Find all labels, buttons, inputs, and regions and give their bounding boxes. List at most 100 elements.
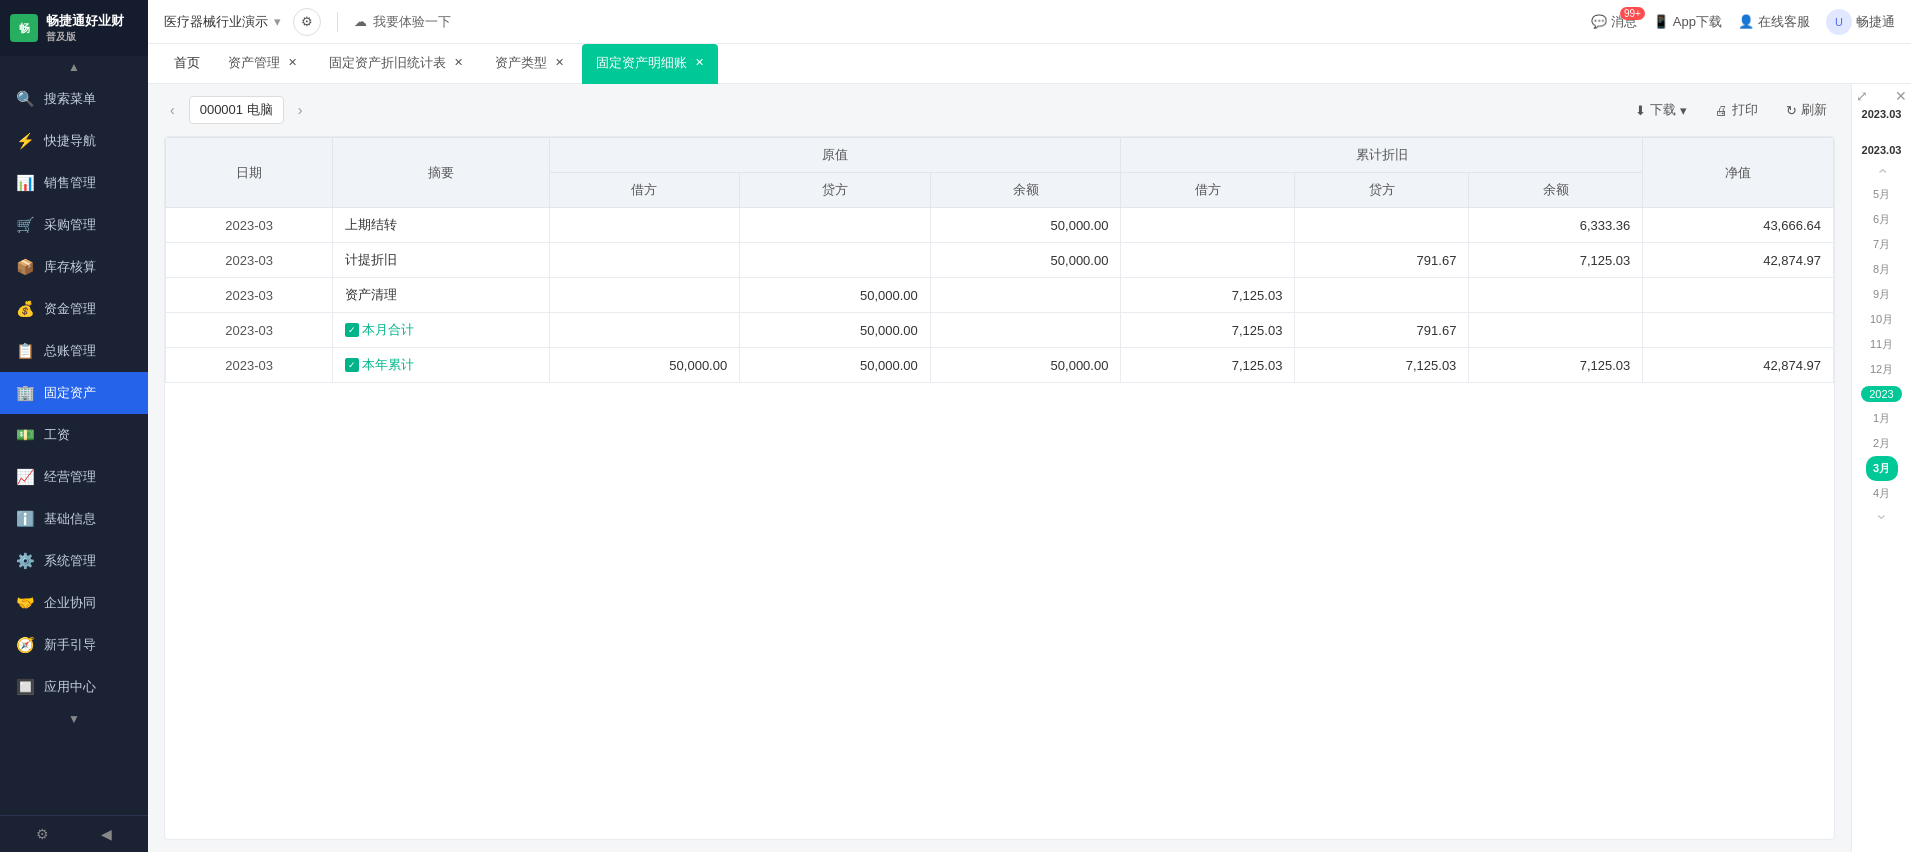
table-row: 2023-03 ✓本年累计 50,000.00 50,000.00 50,000… xyxy=(166,348,1834,383)
refresh-button[interactable]: ↻ 刷新 xyxy=(1778,97,1835,123)
topbar-divider xyxy=(337,12,338,32)
refresh-label: 刷新 xyxy=(1801,101,1827,119)
logo-icon: 畅 xyxy=(10,14,38,42)
experience-label: 我要体验一下 xyxy=(373,13,451,31)
cell-net-value: 42,874.97 xyxy=(1643,348,1834,383)
timeline-month-11[interactable]: 11月 xyxy=(1852,332,1911,357)
timeline-month-7[interactable]: 7月 xyxy=(1852,232,1911,257)
company-selector[interactable]: 医疗器械行业演示 ▾ xyxy=(164,13,281,31)
col-accumulated-dep: 累计折旧 xyxy=(1121,138,1643,173)
timeline-month-12[interactable]: 12月 xyxy=(1852,357,1911,382)
sidebar-scroll-up[interactable]: ▲ xyxy=(0,56,148,78)
cell-dep-debit xyxy=(1121,208,1295,243)
cell-summary: 上期结转 xyxy=(333,208,549,243)
cell-net-value: 42,874.97 xyxy=(1643,243,1834,278)
cell-dep-debit xyxy=(1121,243,1295,278)
logo-name: 畅捷通好业财 xyxy=(46,12,124,30)
timeline-month-1[interactable]: 1月 xyxy=(1852,406,1911,431)
print-button[interactable]: 🖨 打印 xyxy=(1707,97,1766,123)
search-icon: 🔍 xyxy=(16,90,34,108)
sidebar-item-system[interactable]: ⚙️ 系统管理 xyxy=(0,540,148,582)
sidebar-item-ledger[interactable]: 📋 总账管理 xyxy=(0,330,148,372)
timeline-month-8[interactable]: 8月 xyxy=(1852,257,1911,282)
sidebar-item-basic-info[interactable]: ℹ️ 基础信息 xyxy=(0,498,148,540)
message-badge: 99+ xyxy=(1620,7,1645,20)
settings-bottom-button[interactable]: ⚙ xyxy=(36,826,49,842)
tab-asset-mgmt[interactable]: 资产管理 ✕ xyxy=(214,44,311,84)
timeline-month-10[interactable]: 10月 xyxy=(1852,307,1911,332)
customer-service-button[interactable]: 👤 在线客服 xyxy=(1738,13,1810,31)
timeline-month-5[interactable]: 5月 xyxy=(1852,182,1911,207)
sidebar-item-app-center[interactable]: 🔲 应用中心 xyxy=(0,666,148,708)
asset-prev-button[interactable]: ‹ xyxy=(164,100,181,120)
sales-icon: 📊 xyxy=(16,174,34,192)
sidebar-item-search[interactable]: 🔍 搜索菜单 xyxy=(0,78,148,120)
tab-asset-detail[interactable]: 固定资产明细账 ✕ xyxy=(582,44,718,84)
tab-asset-mgmt-label: 资产管理 xyxy=(228,54,280,72)
sidebar-item-guide[interactable]: 🧭 新手引导 xyxy=(0,624,148,666)
sidebar-item-label: 新手引导 xyxy=(44,636,96,654)
sidebar-logo: 畅 畅捷通好业财 普及版 xyxy=(0,0,148,56)
cell-summary: 计提折旧 xyxy=(333,243,549,278)
cell-orig-credit xyxy=(740,243,931,278)
tab-asset-type[interactable]: 资产类型 ✕ xyxy=(481,44,578,84)
collapse-sidebar-button[interactable]: ◀ xyxy=(101,826,112,842)
timeline-close-button[interactable]: ✕ xyxy=(1895,88,1907,104)
sidebar-item-capital[interactable]: 💰 资金管理 xyxy=(0,288,148,330)
sidebar-item-inventory[interactable]: 📦 库存核算 xyxy=(0,246,148,288)
sidebar-item-wages[interactable]: 💵 工资 xyxy=(0,414,148,456)
tab-home[interactable]: 首页 xyxy=(164,44,210,84)
table-row: 2023-03 上期结转 50,000.00 6,333.36 43,666.6… xyxy=(166,208,1834,243)
col-dep-balance: 余额 xyxy=(1469,173,1643,208)
user-menu-button[interactable]: U 畅捷通 xyxy=(1826,9,1895,35)
asset-next-button[interactable]: › xyxy=(292,100,309,120)
purchase-icon: 🛒 xyxy=(16,216,34,234)
tab-depreciation-stats[interactable]: 固定资产折旧统计表 ✕ xyxy=(315,44,477,84)
timeline-month-6[interactable]: 6月 xyxy=(1852,207,1911,232)
topbar-settings-button[interactable]: ⚙ xyxy=(293,8,321,36)
sidebar-item-operations[interactable]: 📈 经营管理 xyxy=(0,456,148,498)
sidebar-item-purchase[interactable]: 🛒 采购管理 xyxy=(0,204,148,246)
timeline-month-4[interactable]: 4月 xyxy=(1852,481,1911,506)
quick-nav-icon: ⚡ xyxy=(16,132,34,150)
sidebar-item-sales[interactable]: 📊 销售管理 xyxy=(0,162,148,204)
cell-orig-credit: 50,000.00 xyxy=(740,278,931,313)
cell-orig-balance: 50,000.00 xyxy=(930,348,1121,383)
app-download-button[interactable]: 📱 App下载 xyxy=(1653,13,1722,31)
sidebar-item-label: 企业协同 xyxy=(44,594,96,612)
tab-asset-type-close[interactable]: ✕ xyxy=(555,56,564,69)
col-original-value: 原值 xyxy=(549,138,1121,173)
cell-orig-debit xyxy=(549,278,740,313)
topbar-right: 💬 消息 99+ 📱 App下载 👤 在线客服 U 畅捷通 xyxy=(1591,9,1895,35)
sidebar-item-enterprise[interactable]: 🤝 企业协同 xyxy=(0,582,148,624)
timeline-month-2[interactable]: 2月 xyxy=(1852,431,1911,456)
timeline-down-chevron[interactable]: › xyxy=(1870,514,1892,519)
tab-asset-detail-close[interactable]: ✕ xyxy=(695,56,704,69)
timeline-up-chevron[interactable]: › xyxy=(1870,168,1892,173)
tab-asset-mgmt-close[interactable]: ✕ xyxy=(288,56,297,69)
tab-depreciation-stats-close[interactable]: ✕ xyxy=(454,56,463,69)
cell-orig-credit xyxy=(740,208,931,243)
sidebar-item-fixed-assets[interactable]: 🏢 固定资产 xyxy=(0,372,148,414)
guide-icon: 🧭 xyxy=(16,636,34,654)
cell-date: 2023-03 xyxy=(166,278,333,313)
sidebar: 畅 畅捷通好业财 普及版 ▲ 🔍 搜索菜单 ⚡ 快捷导航 📊 销售管理 🛒 采购… xyxy=(0,0,148,852)
timeline-month-9[interactable]: 9月 xyxy=(1852,282,1911,307)
company-chevron-icon: ▾ xyxy=(274,14,281,29)
timeline-expand-button[interactable]: ⤢ xyxy=(1856,88,1868,104)
sidebar-item-quick-nav[interactable]: ⚡ 快捷导航 xyxy=(0,120,148,162)
col-dep-debit: 借方 xyxy=(1121,173,1295,208)
content-area: ‹ 000001 电脑 › ⬇ 下载 ▾ 🖨 打印 ↻ 刷新 xyxy=(148,84,1911,852)
timeline-month-3[interactable]: 3月 xyxy=(1866,456,1898,481)
app-label: App下载 xyxy=(1673,13,1722,31)
col-summary: 摘要 xyxy=(333,138,549,208)
timeline-year-badge[interactable]: 2023 xyxy=(1861,386,1901,402)
topbar-experience-button[interactable]: ☁ 我要体验一下 xyxy=(354,13,451,31)
sidebar-scroll-down[interactable]: ▼ xyxy=(0,708,148,730)
main-area: 医疗器械行业演示 ▾ ⚙ ☁ 我要体验一下 💬 消息 99+ 📱 App下载 👤… xyxy=(148,0,1911,852)
message-button[interactable]: 💬 消息 99+ xyxy=(1591,13,1637,31)
col-orig-balance: 余额 xyxy=(930,173,1121,208)
cell-orig-credit: 50,000.00 xyxy=(740,313,931,348)
download-button[interactable]: ⬇ 下载 ▾ xyxy=(1627,97,1695,123)
cell-date: 2023-03 xyxy=(166,243,333,278)
